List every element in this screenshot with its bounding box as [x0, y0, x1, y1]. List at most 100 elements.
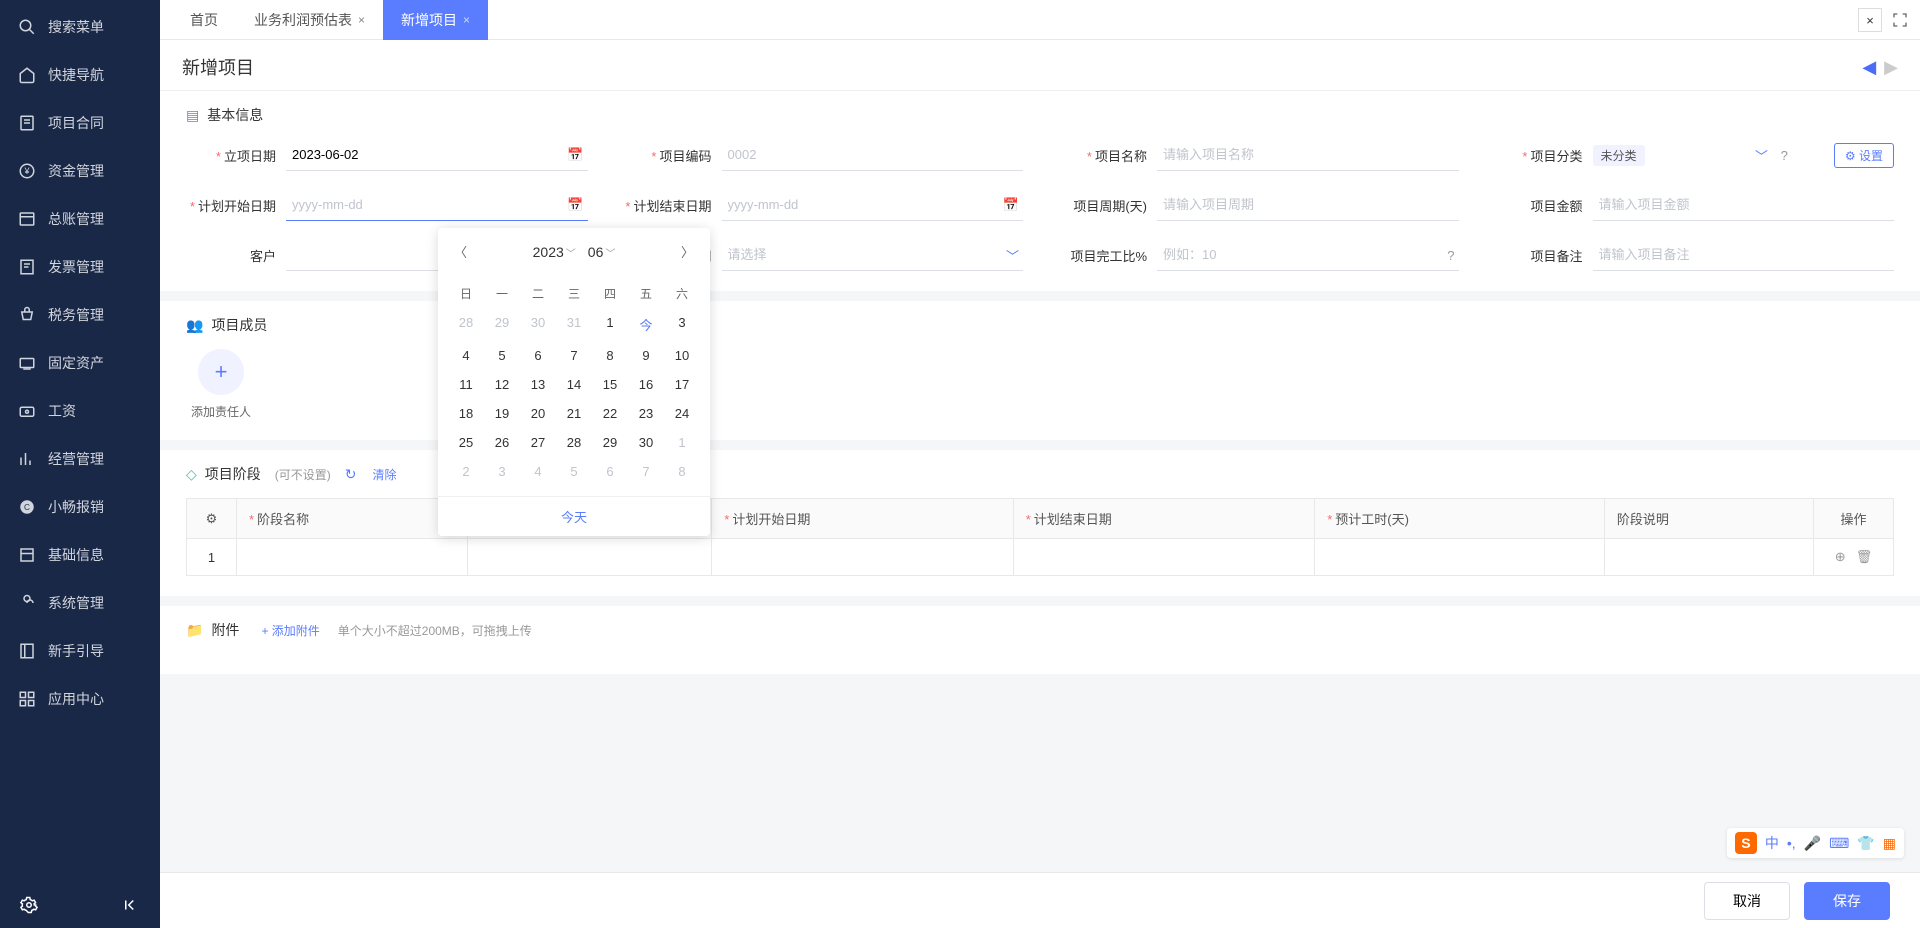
refresh-icon[interactable]: ↻ — [345, 466, 357, 483]
input-name[interactable] — [1157, 139, 1459, 171]
save-button[interactable]: 保存 — [1804, 882, 1890, 920]
day-cell[interactable]: 20 — [520, 399, 556, 428]
day-cell[interactable]: 29 — [484, 308, 520, 341]
close-icon[interactable]: × — [358, 13, 365, 27]
ime-keyboard-icon[interactable]: ⌨ — [1829, 835, 1849, 852]
day-cell[interactable]: 10 — [664, 341, 700, 370]
ime-mic-icon[interactable]: 🎤 — [1804, 835, 1821, 852]
calendar-icon[interactable]: 📅 — [567, 147, 583, 163]
input-completion[interactable] — [1157, 239, 1459, 271]
sidebar-item-base[interactable]: 基础信息 — [0, 531, 160, 579]
ime-logo-icon[interactable]: S — [1735, 832, 1757, 854]
sidebar-item-contract[interactable]: 项目合同 — [0, 99, 160, 147]
cancel-button[interactable]: 取消 — [1704, 882, 1790, 920]
input-dept[interactable] — [722, 239, 1024, 271]
day-cell[interactable]: 14 — [556, 370, 592, 399]
today-button[interactable]: 今天 — [438, 496, 710, 536]
day-cell[interactable]: 11 — [448, 370, 484, 399]
sidebar-item-biz[interactable]: 经营管理 — [0, 435, 160, 483]
day-cell[interactable]: 4 — [448, 341, 484, 370]
day-cell[interactable]: 17 — [664, 370, 700, 399]
sidebar-item-system[interactable]: 系统管理 — [0, 579, 160, 627]
day-cell[interactable]: 27 — [520, 428, 556, 457]
day-cell[interactable]: 1 — [664, 428, 700, 457]
day-cell[interactable]: 30 — [520, 308, 556, 341]
day-cell[interactable]: 1 — [592, 308, 628, 341]
add-member-button[interactable]: + — [198, 349, 244, 395]
month-select[interactable]: 06﹀ — [588, 244, 616, 260]
sidebar-item-tax[interactable]: 税务管理 — [0, 291, 160, 339]
day-cell[interactable]: 28 — [448, 308, 484, 341]
day-cell[interactable]: 24 — [664, 399, 700, 428]
day-cell[interactable]: 6 — [520, 341, 556, 370]
input-setup-date[interactable] — [286, 139, 588, 171]
day-cell[interactable]: 13 — [520, 370, 556, 399]
day-cell[interactable]: 19 — [484, 399, 520, 428]
next-record[interactable]: ▶ — [1884, 57, 1898, 78]
prev-record[interactable]: ◀ — [1862, 57, 1876, 78]
next-month[interactable]: 〉 — [677, 238, 698, 265]
sidebar-item-salary[interactable]: 工资 — [0, 387, 160, 435]
input-code[interactable] — [722, 139, 1024, 171]
day-cell[interactable]: 5 — [484, 341, 520, 370]
day-cell[interactable]: 15 — [592, 370, 628, 399]
help-icon[interactable]: ? — [1447, 248, 1454, 263]
day-cell[interactable]: 8 — [592, 341, 628, 370]
chevron-down-icon[interactable]: ﹀ — [1006, 246, 1019, 265]
day-cell[interactable]: 2 — [448, 457, 484, 486]
ime-punct-icon[interactable]: •, — [1787, 835, 1796, 851]
day-cell[interactable]: 16 — [628, 370, 664, 399]
settings-button[interactable]: ⚙ 设置 — [1834, 143, 1894, 168]
gear-icon[interactable] — [20, 896, 38, 914]
help-icon[interactable]: ? — [1781, 148, 1788, 163]
sidebar-item-assets[interactable]: 固定资产 — [0, 339, 160, 387]
sidebar-item-expense[interactable]: C小畅报销 — [0, 483, 160, 531]
tab-profit[interactable]: 业务利润预估表× — [236, 0, 383, 40]
day-cell[interactable]: 30 — [628, 428, 664, 457]
sidebar-item-ledger[interactable]: 总账管理 — [0, 195, 160, 243]
col-gear[interactable]: ⚙ — [187, 499, 237, 539]
fullscreen-icon[interactable] — [1892, 12, 1908, 28]
day-cell[interactable]: 26 — [484, 428, 520, 457]
sidebar-item-apps[interactable]: 应用中心 — [0, 675, 160, 723]
day-cell[interactable]: 9 — [628, 341, 664, 370]
tab-home[interactable]: 首页 — [172, 0, 236, 40]
day-cell[interactable]: 4 — [520, 457, 556, 486]
day-cell[interactable]: 29 — [592, 428, 628, 457]
delete-row-icon[interactable]: 🗑 — [1856, 549, 1873, 565]
input-plan-start[interactable] — [286, 189, 588, 221]
sidebar-item-invoice[interactable]: 发票管理 — [0, 243, 160, 291]
add-row-icon[interactable]: ⊕ — [1835, 549, 1846, 565]
sidebar-item-funds[interactable]: ¥资金管理 — [0, 147, 160, 195]
sidebar-item-guide[interactable]: 新手引导 — [0, 627, 160, 675]
year-select[interactable]: 2023﹀ — [533, 244, 576, 260]
day-cell[interactable]: 22 — [592, 399, 628, 428]
day-cell[interactable]: 7 — [628, 457, 664, 486]
tabs-close-all[interactable]: × — [1858, 8, 1882, 32]
ime-skin-icon[interactable]: 👕 — [1857, 835, 1874, 852]
day-cell[interactable]: 6 — [592, 457, 628, 486]
day-cell[interactable]: 3 — [664, 308, 700, 341]
day-cell[interactable]: 25 — [448, 428, 484, 457]
sidebar-item-search[interactable]: 搜索菜单 — [0, 3, 160, 51]
close-icon[interactable]: × — [463, 13, 470, 27]
day-cell[interactable]: 21 — [556, 399, 592, 428]
chevron-down-icon[interactable]: ﹀ — [1755, 146, 1768, 165]
add-attachment-link[interactable]: + 添加附件 — [261, 622, 319, 639]
day-cell[interactable]: 3 — [484, 457, 520, 486]
day-cell[interactable]: 31 — [556, 308, 592, 341]
day-cell[interactable]: 8 — [664, 457, 700, 486]
day-cell[interactable]: 12 — [484, 370, 520, 399]
day-cell[interactable]: 23 — [628, 399, 664, 428]
day-cell[interactable]: 5 — [556, 457, 592, 486]
prev-month[interactable]: 〈 — [450, 238, 471, 265]
day-cell[interactable]: 7 — [556, 341, 592, 370]
collapse-icon[interactable] — [122, 896, 140, 914]
calendar-icon[interactable]: 📅 — [567, 197, 583, 213]
input-plan-end[interactable] — [722, 189, 1024, 221]
clear-link[interactable]: 清除 — [373, 466, 397, 483]
calendar-icon[interactable]: 📅 — [1003, 197, 1019, 213]
day-cell[interactable]: 18 — [448, 399, 484, 428]
category-value[interactable]: 未分类 — [1593, 145, 1645, 166]
ime-tool-icon[interactable]: ▦ — [1883, 835, 1896, 852]
